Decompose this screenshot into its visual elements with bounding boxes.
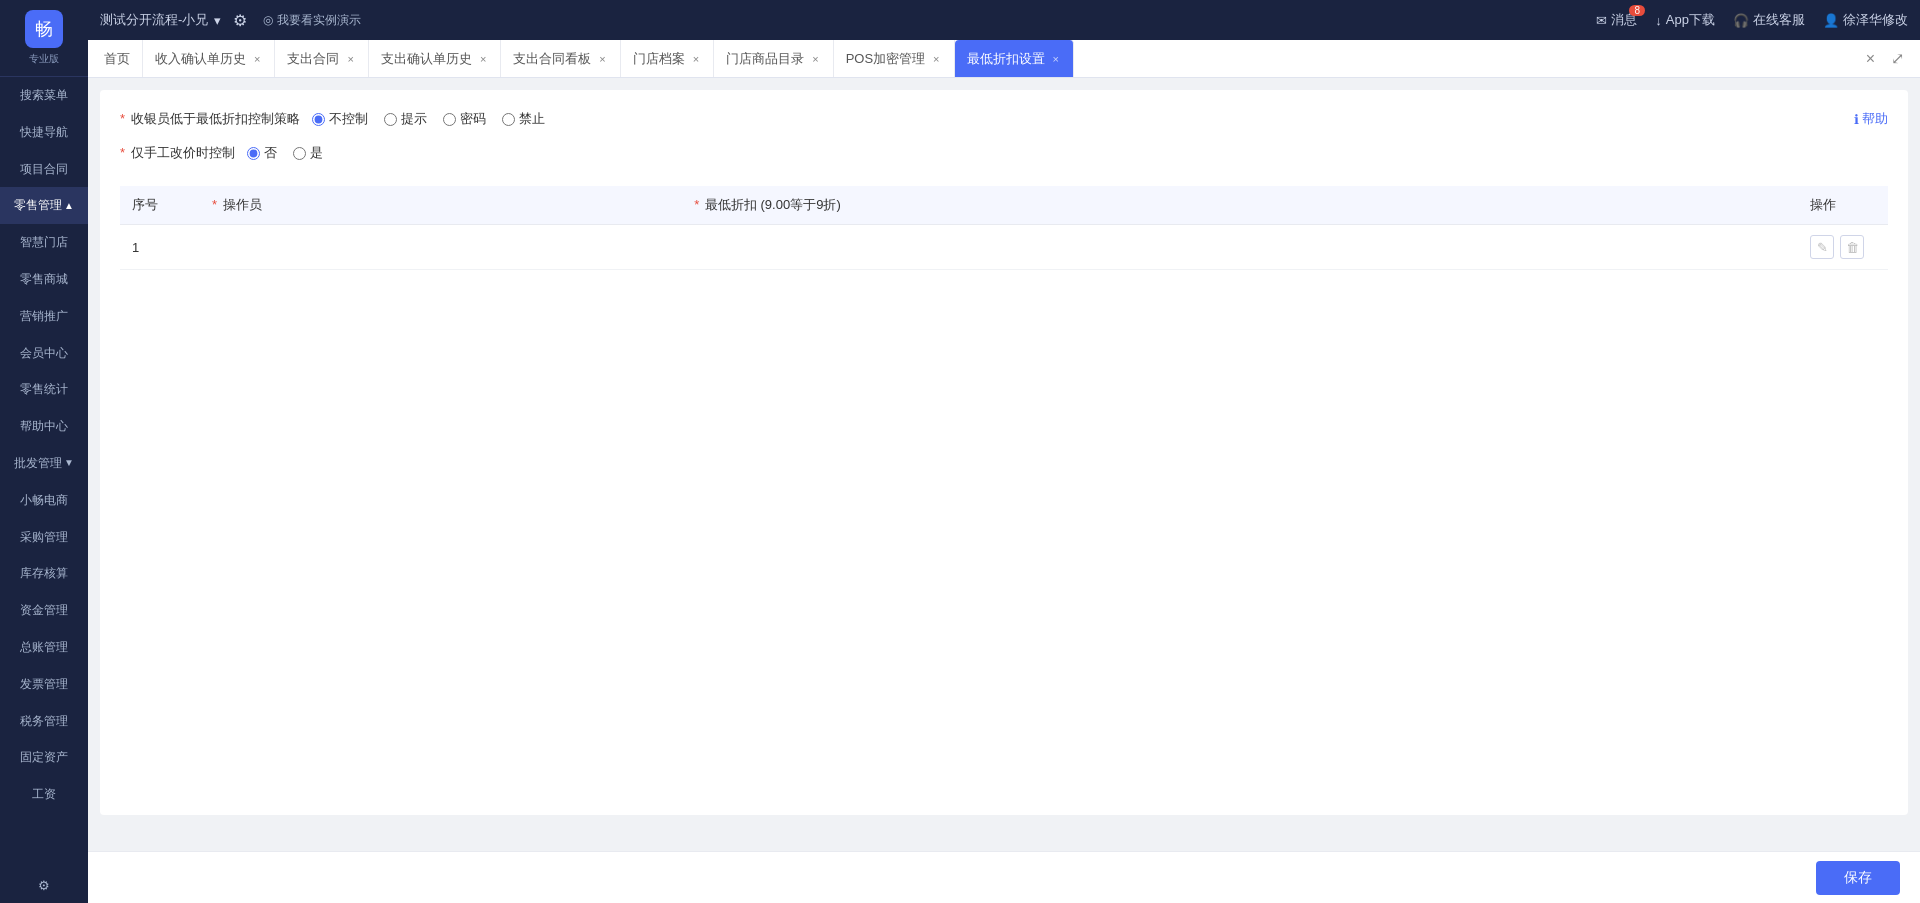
strategy-radio-group: 不控制 提示 密码 禁	[312, 110, 545, 128]
tab-close-expense-history[interactable]: ×	[478, 52, 488, 66]
topbar-settings-icon[interactable]: ⚙	[233, 11, 247, 30]
sidebar-item-fixed-assets[interactable]: 固定资产	[0, 739, 88, 776]
strategy-option-no-control[interactable]: 不控制	[312, 110, 368, 128]
col-header-action: 操作	[1798, 186, 1888, 225]
tabbar-actions: × ⤢	[1862, 47, 1916, 70]
sidebar-item-inventory[interactable]: 库存核算	[0, 555, 88, 592]
tab-close-income-history[interactable]: ×	[252, 52, 262, 66]
delete-button[interactable]: 🗑	[1840, 235, 1864, 259]
sidebar-item-retail-stats[interactable]: 零售统计	[0, 371, 88, 408]
chevron-up-icon: ▲	[64, 199, 74, 213]
strategy-option-password[interactable]: 密码	[443, 110, 486, 128]
tab-expense-contract[interactable]: 支出合同 ×	[275, 40, 368, 77]
sidebar-item-retail-mgmt[interactable]: 零售管理 ▲	[0, 187, 88, 224]
sidebar-item-salary[interactable]: 工资	[0, 776, 88, 813]
tab-close-store-file[interactable]: ×	[691, 52, 701, 66]
help-icon: ℹ	[1854, 112, 1859, 127]
message-button[interactable]: ✉ 消息 8	[1596, 11, 1637, 29]
sidebar-item-quick-nav[interactable]: 快捷导航	[0, 114, 88, 151]
strategy-form-row: * 收银员低于最低折扣控制策略 不控制 提示	[120, 110, 545, 128]
tab-pos-encrypt[interactable]: POS加密管理 ×	[834, 40, 955, 77]
tab-expense-board[interactable]: 支出合同看板 ×	[501, 40, 620, 77]
page-card: * 收银员低于最低折扣控制策略 不控制 提示	[100, 90, 1908, 815]
dropdown-arrow-icon: ▾	[214, 13, 221, 28]
manual-form-row: * 仅手工改价时控制 否 是	[120, 144, 545, 162]
tab-close-store-catalog[interactable]: ×	[810, 52, 820, 66]
manual-radio-group: 否 是	[247, 144, 323, 162]
sidebar-item-ecommerce[interactable]: 小畅电商	[0, 482, 88, 519]
project-name: 测试分开流程-小兄	[100, 11, 208, 29]
tab-expand-icon[interactable]: ⤢	[1887, 47, 1908, 70]
edit-button[interactable]: ✎	[1810, 235, 1834, 259]
topbar: 测试分开流程-小兄 ▾ ⚙ ◎ 我要看实例演示 ✉ 消息 8 ↓ App下载 🎧…	[88, 0, 1920, 40]
sidebar-item-tax[interactable]: 税务管理	[0, 703, 88, 740]
project-selector[interactable]: 测试分开流程-小兄 ▾	[100, 11, 221, 29]
col-header-min-discount: * 最低折扣 (9.00等于9折)	[682, 186, 1798, 225]
tab-store-catalog[interactable]: 门店商品目录 ×	[714, 40, 833, 77]
tab-income-history[interactable]: 收入确认单历史 ×	[143, 40, 275, 77]
col-header-index: 序号	[120, 186, 200, 225]
sidebar-item-purchase-mgmt[interactable]: 采购管理	[0, 519, 88, 556]
help-link[interactable]: ℹ 帮助	[1854, 110, 1888, 128]
message-badge: 8	[1629, 5, 1645, 16]
online-service-button[interactable]: 🎧 在线客服	[1733, 11, 1805, 29]
sidebar-item-help-center[interactable]: 帮助中心	[0, 408, 88, 445]
user-avatar[interactable]: 👤 徐泽华修改	[1823, 11, 1908, 29]
demo-link[interactable]: ◎ 我要看实例演示	[263, 12, 361, 29]
tab-min-discount[interactable]: 最低折扣设置 ×	[955, 40, 1074, 77]
headset-icon: 🎧	[1733, 13, 1749, 28]
tab-close-expense-board[interactable]: ×	[597, 52, 607, 66]
gear-icon: ⚙	[38, 878, 50, 893]
col-header-operator: * 操作员	[200, 186, 682, 225]
strategy-option-forbid[interactable]: 禁止	[502, 110, 545, 128]
sidebar-item-member-center[interactable]: 会员中心	[0, 335, 88, 372]
strategy-option-remind[interactable]: 提示	[384, 110, 427, 128]
cell-actions: ✎ 🗑	[1798, 225, 1888, 270]
sidebar-item-finance[interactable]: 资金管理	[0, 592, 88, 629]
sidebar-settings-icon[interactable]: ⚙	[0, 868, 88, 903]
sidebar-item-retail-mall[interactable]: 零售商城	[0, 261, 88, 298]
tab-store-file[interactable]: 门店档案 ×	[621, 40, 714, 77]
app-logo-icon: 畅	[25, 10, 63, 48]
sidebar-item-general-ledger[interactable]: 总账管理	[0, 629, 88, 666]
sidebar-item-project-contract[interactable]: 项目合同	[0, 151, 88, 188]
app-edition: 专业版	[29, 52, 59, 66]
sidebar-item-search[interactable]: 搜索菜单	[0, 77, 88, 114]
strategy-label: * 收银员低于最低折扣控制策略	[120, 110, 300, 128]
topbar-right: ✉ 消息 8 ↓ App下载 🎧 在线客服 👤 徐泽华修改	[1596, 11, 1908, 29]
table-container: 序号 * 操作员 * 最低折扣 (9.00等于9折) 操作	[120, 178, 1888, 270]
cell-index: 1	[120, 225, 200, 270]
page-footer: 保存	[88, 851, 1920, 903]
user-icon: 👤	[1823, 13, 1839, 28]
tab-close-all-icon[interactable]: ×	[1862, 48, 1879, 70]
download-icon: ↓	[1655, 13, 1662, 28]
circle-icon: ◎	[263, 13, 273, 27]
save-button[interactable]: 保存	[1816, 861, 1900, 895]
cell-operator	[200, 225, 682, 270]
tab-close-min-discount[interactable]: ×	[1051, 52, 1061, 66]
content-area: * 收银员低于最低折扣控制策略 不控制 提示	[88, 78, 1920, 851]
manual-label: * 仅手工改价时控制	[120, 144, 235, 162]
sidebar-item-marketing[interactable]: 营销推广	[0, 298, 88, 335]
sidebar-item-smart-store[interactable]: 智慧门店	[0, 224, 88, 261]
tab-close-expense-contract[interactable]: ×	[345, 52, 355, 66]
sidebar-item-invoice[interactable]: 发票管理	[0, 666, 88, 703]
tab-home[interactable]: 首页	[92, 40, 143, 77]
chevron-down-icon: ▼	[64, 456, 74, 470]
tab-close-pos-encrypt[interactable]: ×	[931, 52, 941, 66]
tabbar: 首页 收入确认单历史 × 支出合同 × 支出确认单历史 × 支出合同看板 × 门…	[88, 40, 1920, 78]
main-area: 测试分开流程-小兄 ▾ ⚙ ◎ 我要看实例演示 ✉ 消息 8 ↓ App下载 🎧…	[88, 0, 1920, 903]
app-download-button[interactable]: ↓ App下载	[1655, 11, 1715, 29]
manual-option-yes[interactable]: 是	[293, 144, 323, 162]
table-row: 1 ✎ 🗑	[120, 225, 1888, 270]
discount-table: 序号 * 操作员 * 最低折扣 (9.00等于9折) 操作	[120, 186, 1888, 270]
message-icon: ✉	[1596, 13, 1607, 28]
sidebar: 畅 专业版 搜索菜单 快捷导航 项目合同 零售管理 ▲ 智慧门店 零售商城 营销…	[0, 0, 88, 903]
tab-expense-history[interactable]: 支出确认单历史 ×	[369, 40, 501, 77]
sidebar-logo: 畅 专业版	[0, 0, 88, 77]
manual-option-no[interactable]: 否	[247, 144, 277, 162]
row-action-btns: ✎ 🗑	[1810, 235, 1876, 259]
sidebar-item-wholesale-mgmt[interactable]: 批发管理 ▼	[0, 445, 88, 482]
cell-min-discount	[682, 225, 1798, 270]
